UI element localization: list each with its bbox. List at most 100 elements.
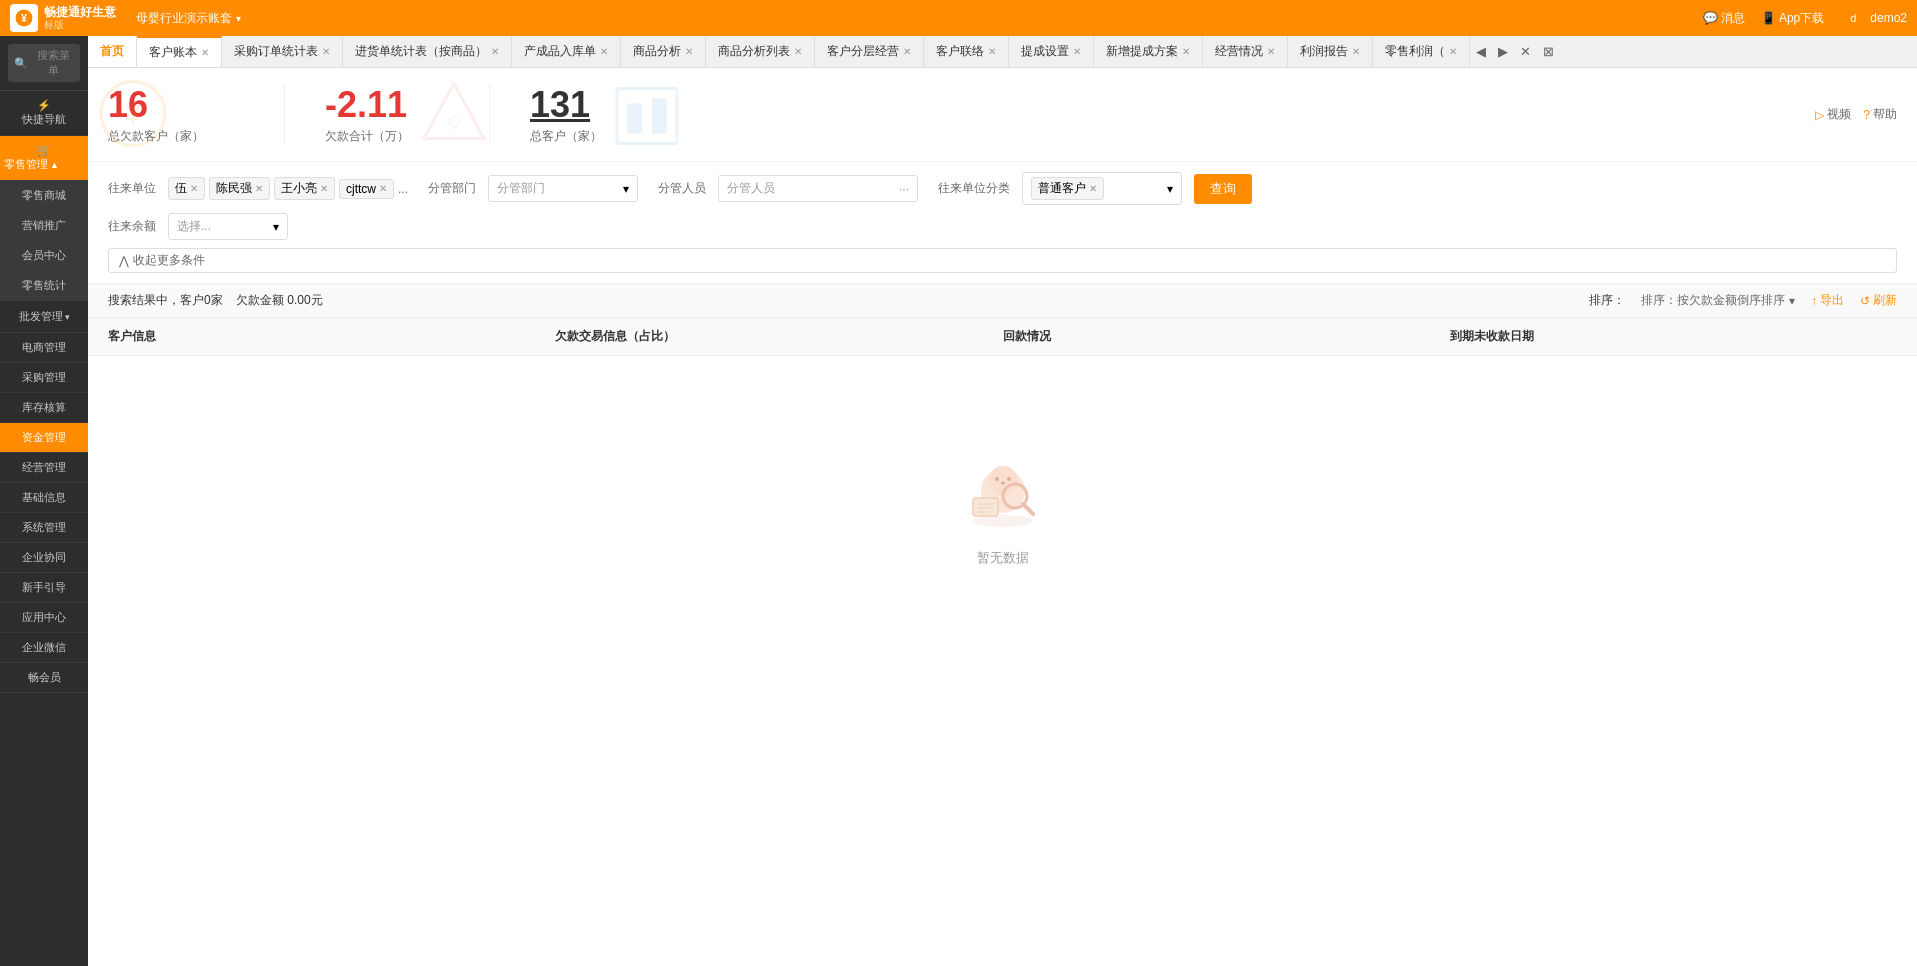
top-actions: ▷ 视频 ? 帮助: [1815, 106, 1897, 123]
sidebar-item-retail[interactable]: 🛒 零售管理 ▲: [0, 136, 88, 181]
sidebar-item-operations[interactable]: 经营管理: [0, 453, 88, 483]
tab-nav-next[interactable]: ▶: [1492, 44, 1514, 59]
sidebar-item-newbie[interactable]: 新手引导: [0, 573, 88, 603]
sidebar-item-wholesale[interactable]: 批发管理▾: [0, 301, 88, 333]
tab-product-analysis[interactable]: 商品分析 ✕: [621, 36, 706, 68]
tab-close-icon[interactable]: ✕: [322, 46, 330, 57]
sidebar-item-search[interactable]: 🔍 搜索菜单: [0, 36, 88, 91]
download-icon: 📱: [1761, 11, 1776, 25]
account-dropdown[interactable]: 母婴行业演示账套 ▾: [136, 10, 241, 27]
category-select[interactable]: 普通客户 ✕ ▾: [1022, 172, 1182, 205]
dept-select[interactable]: 分管部门 ▾: [488, 175, 638, 202]
tab-customer-account[interactable]: 客户账本 ✕: [137, 36, 222, 68]
col-header-debt: 欠款交易信息（占比）: [555, 328, 1002, 345]
user-avatar[interactable]: d demo2: [1840, 5, 1907, 31]
tab-close-icon[interactable]: ✕: [1182, 46, 1190, 57]
tab-home[interactable]: 首页: [88, 36, 137, 68]
col-header-customer: 客户信息: [108, 328, 555, 345]
stat-bg-icon-total: [612, 78, 682, 151]
sidebar-item-app-center[interactable]: 应用中心: [0, 603, 88, 633]
sidebar-item-ecommerce[interactable]: 电商管理: [0, 333, 88, 363]
search-icon: 🔍: [14, 57, 28, 70]
stat-label-debt: 欠款合计（万）: [325, 128, 409, 145]
collapse-icon: ⋀: [119, 254, 129, 268]
sidebar-item-enterprise-wechat[interactable]: 企业微信: [0, 633, 88, 663]
tab-close-icon[interactable]: ✕: [600, 46, 608, 57]
sidebar-item-quick-nav[interactable]: ⚡ 快捷导航: [0, 91, 88, 136]
message-icon: 💬: [1703, 11, 1718, 25]
tab-profit-report[interactable]: 利润报告 ✕: [1288, 36, 1373, 68]
remove-tag-cjttcw[interactable]: ✕: [379, 183, 387, 194]
result-actions: 排序： 排序：按欠款金额倒序排序 ▾ ↑ 导出 ↺ 刷新: [1589, 292, 1897, 309]
refresh-icon: ↺: [1860, 294, 1870, 308]
tab-product-analysis-list[interactable]: 商品分析列表 ✕: [706, 36, 815, 68]
refresh-btn[interactable]: ↺ 刷新: [1860, 292, 1897, 309]
tab-close-icon[interactable]: ✕: [685, 46, 693, 57]
svg-rect-7: [627, 103, 642, 133]
tab-commission-settings[interactable]: 提成设置 ✕: [1009, 36, 1094, 68]
message-btn[interactable]: 💬 消息: [1703, 10, 1745, 27]
sidebar-item-retail-mall[interactable]: 零售商城: [0, 181, 88, 211]
filter-tag-wang: 王小亮 ✕: [274, 177, 335, 200]
tab-retail-profit[interactable]: 零售利润（ ✕: [1373, 36, 1470, 68]
remove-tag-common[interactable]: ✕: [1089, 183, 1097, 194]
result-bar: 搜索结果中，客户0家 欠款金额 0.00元 排序： 排序：按欠款金额倒序排序 ▾…: [88, 284, 1917, 318]
tab-customer-contact[interactable]: 客户联络 ✕: [924, 36, 1009, 68]
home-tab-label: 首页: [100, 43, 124, 60]
remove-tag-wu[interactable]: ✕: [190, 183, 198, 194]
tab-customer-tier[interactable]: 客户分层经营 ✕: [815, 36, 924, 68]
tab-product-inbound[interactable]: 产成品入库单 ✕: [512, 36, 621, 68]
tab-close-icon[interactable]: ✕: [903, 46, 911, 57]
logo-text: 畅捷通好生意: [44, 5, 116, 19]
tab-operations[interactable]: 经营情况 ✕: [1203, 36, 1288, 68]
svg-point-14: [1001, 482, 1005, 485]
video-btn[interactable]: ▷ 视频: [1815, 106, 1851, 123]
stat-block-customers: ¥ 16 总欠款客户（家）: [108, 84, 285, 145]
tab-close-icon[interactable]: ✕: [1449, 46, 1457, 57]
stat-bg-icon-customers: ¥: [98, 78, 168, 151]
tab-nav-expand[interactable]: ⊠: [1537, 44, 1560, 59]
result-info: 搜索结果中，客户0家 欠款金额 0.00元: [108, 292, 323, 309]
sidebar-item-member[interactable]: 会员中心: [0, 241, 88, 271]
person-select[interactable]: 分管人员 ···: [718, 175, 918, 202]
tab-purchase-order[interactable]: 采购订单统计表 ✕: [222, 36, 343, 68]
filter-row-1: 往来单位 伍 ✕ 陈民强 ✕ 王小亮: [108, 172, 1897, 205]
query-button[interactable]: 查询: [1194, 174, 1252, 204]
tab-nav-close-all[interactable]: ✕: [1514, 44, 1537, 59]
export-btn[interactable]: ↑ 导出: [1811, 292, 1844, 309]
tab-inbound-stats[interactable]: 进货单统计表（按商品） ✕: [343, 36, 512, 68]
tab-close-icon[interactable]: ✕: [1352, 46, 1360, 57]
sidebar-item-basic-info[interactable]: 基础信息: [0, 483, 88, 513]
col-header-repay: 回款情况: [1003, 328, 1450, 345]
collapse-button[interactable]: ⋀ 收起更多条件: [108, 248, 1897, 273]
sidebar-item-member2[interactable]: 畅会员: [0, 663, 88, 693]
tab-close-icon[interactable]: ✕: [1267, 46, 1275, 57]
sidebar-item-marketing[interactable]: 营销推广: [0, 211, 88, 241]
export-icon: ↑: [1811, 294, 1817, 308]
stat-label-total: 总客户（家）: [530, 128, 602, 145]
remove-tag-wang[interactable]: ✕: [320, 183, 328, 194]
help-icon: ?: [1863, 108, 1870, 122]
sidebar-item-inventory[interactable]: 库存核算: [0, 393, 88, 423]
sidebar-item-enterprise[interactable]: 企业协同: [0, 543, 88, 573]
balance-select[interactable]: 选择... ▾: [168, 213, 288, 240]
tab-nav-prev[interactable]: ◀: [1470, 44, 1492, 59]
sidebar-item-system[interactable]: 系统管理: [0, 513, 88, 543]
tab-close-icon[interactable]: ✕: [201, 47, 209, 58]
tab-close-icon[interactable]: ✕: [1073, 46, 1081, 57]
stat-block-debt: ◇ -2.11 欠款合计（万）: [325, 84, 490, 145]
sidebar-item-retail-stats[interactable]: 零售统计: [0, 271, 88, 301]
tab-new-commission[interactable]: 新增提成方案 ✕: [1094, 36, 1203, 68]
svg-text:◇: ◇: [447, 110, 461, 130]
filter-more-btn[interactable]: ...: [398, 182, 408, 196]
sort-select[interactable]: 排序：按欠款金额倒序排序 ▾: [1641, 292, 1795, 309]
tab-close-icon[interactable]: ✕: [988, 46, 996, 57]
filter-row-2: 往来余额 选择... ▾: [108, 213, 1897, 240]
tab-close-icon[interactable]: ✕: [794, 46, 802, 57]
app-download-btn[interactable]: 📱 App下载: [1761, 10, 1824, 27]
tab-close-icon[interactable]: ✕: [491, 46, 499, 57]
help-btn[interactable]: ? 帮助: [1863, 106, 1897, 123]
sidebar-item-purchase[interactable]: 采购管理: [0, 363, 88, 393]
remove-tag-chen[interactable]: ✕: [255, 183, 263, 194]
sidebar-item-finance[interactable]: 资金管理: [0, 423, 88, 453]
